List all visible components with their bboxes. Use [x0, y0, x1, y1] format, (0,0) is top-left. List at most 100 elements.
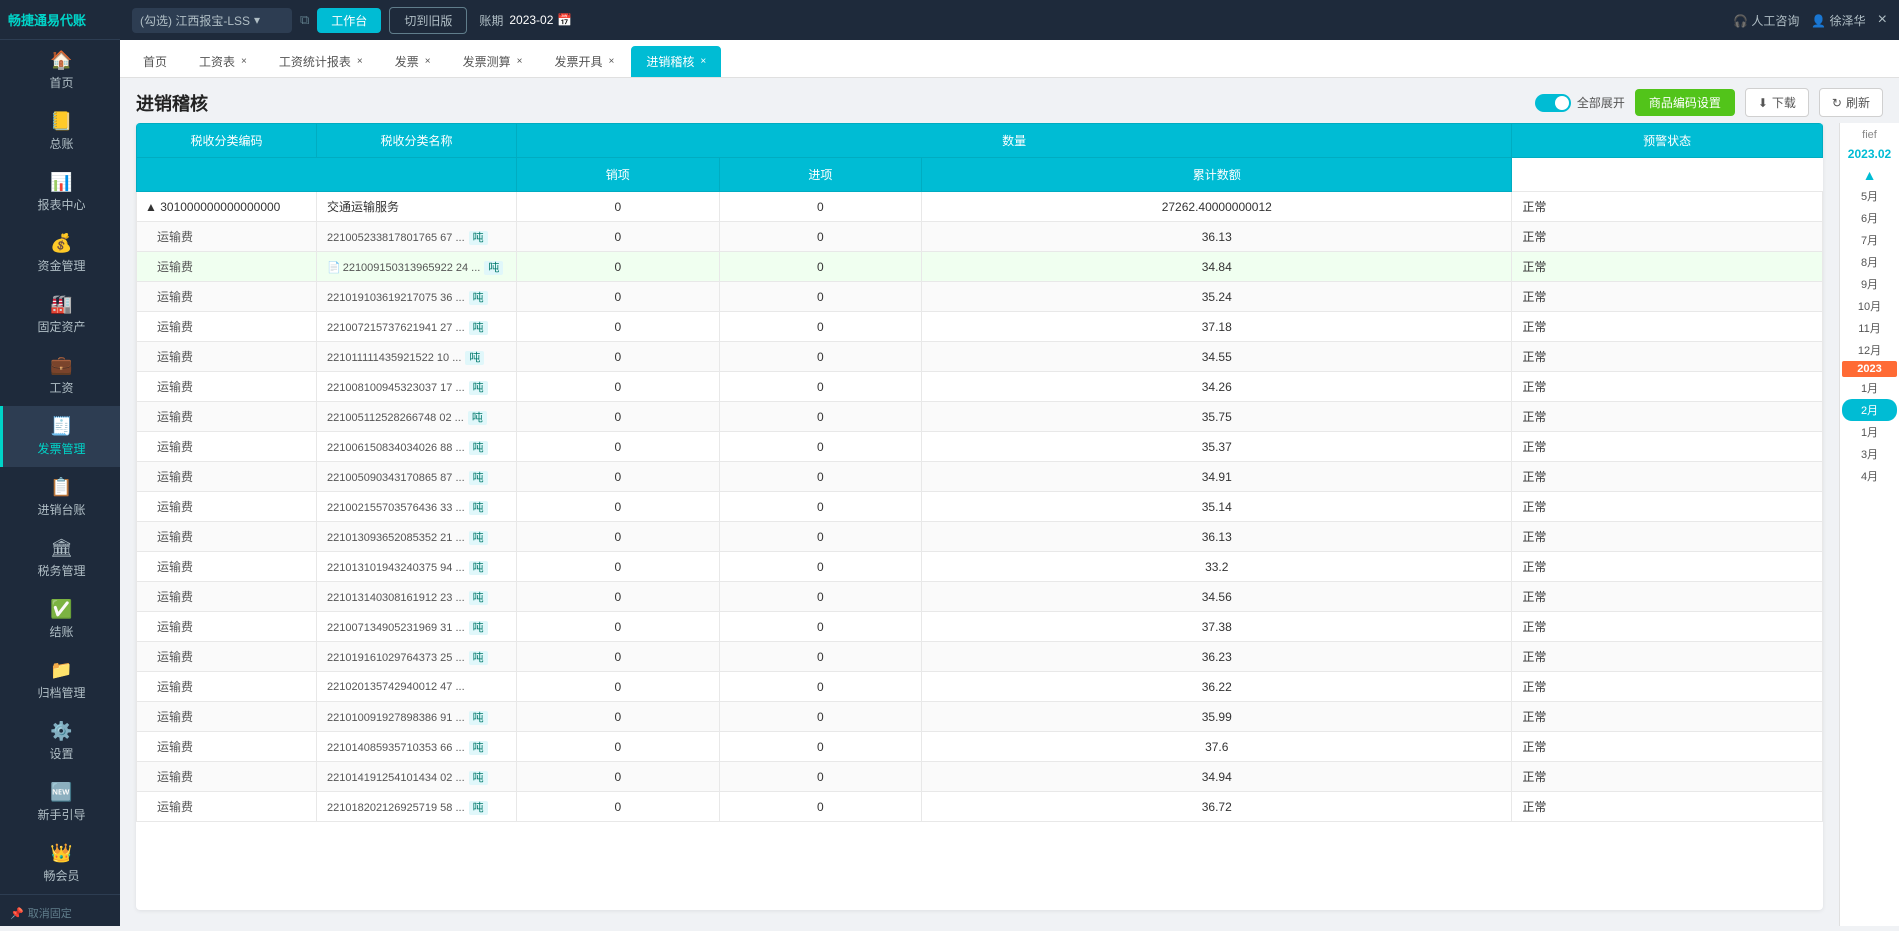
tab-sales-check[interactable]: 进销稽核× [631, 46, 721, 77]
user-label: 徐泽华 [1830, 14, 1866, 28]
tab-salary-stat[interactable]: 工资统计报表 × [264, 46, 378, 77]
table-row: 运输费 221013101943240375 94 ...吨 0 0 33.2 … [137, 552, 1823, 582]
month-item[interactable]: 4月 [1842, 465, 1897, 487]
row-name: 运输费 [137, 372, 317, 402]
calendar-icon[interactable]: 📅 [557, 13, 572, 27]
page-title: 进销稽核 [136, 90, 208, 116]
copy-icon[interactable]: ⧉ [300, 12, 309, 28]
sidebar-item-ledger[interactable]: 📒 总账 [0, 101, 120, 162]
scroll-up-arrow[interactable]: ▲ [1842, 165, 1897, 185]
row-cumulative: 33.2 [922, 552, 1512, 582]
month-item[interactable]: 8月 [1842, 251, 1897, 273]
download-icon: ⬇ [1758, 96, 1768, 110]
sidebar-label-ledger: 总账 [49, 135, 73, 152]
tab-invoice-calc[interactable]: 发票测算 × [448, 46, 538, 77]
file-icon[interactable]: 📄 [327, 262, 341, 274]
header-input: 进项 [719, 158, 922, 192]
row-cumulative: 34.55 [922, 342, 1512, 372]
settings-button[interactable]: 商品编码设置 [1635, 89, 1735, 116]
row-cumulative: 35.99 [922, 702, 1512, 732]
unpin-label: 取消固定 [28, 905, 72, 921]
sidebar-icon-settings: ⚙️ [50, 721, 72, 742]
refresh-button[interactable]: ↻ 刷新 [1819, 88, 1883, 117]
sidebar-item-report[interactable]: 📊报表中心 [0, 162, 120, 223]
tab-close-sales-check[interactable]: × [700, 56, 706, 67]
close-button[interactable]: × [1878, 11, 1887, 29]
sidebar-item-assets[interactable]: 🏭固定资产 [0, 284, 120, 345]
month-item[interactable]: 5月 [1842, 185, 1897, 207]
tab-close-salary-stat[interactable]: × [357, 56, 363, 67]
row-name: 运输费 [137, 792, 317, 822]
sidebar-label-guide: 新手引导 [37, 806, 85, 823]
expand-icon[interactable]: ▲ [145, 200, 160, 214]
tab-close-salary[interactable]: × [241, 56, 247, 67]
tab-close-invoice[interactable]: × [425, 56, 431, 67]
switch-version-button[interactable]: 切到旧版 [389, 7, 467, 34]
sidebar-item-settings[interactable]: ⚙️设置 [0, 711, 120, 772]
row-sales: 0 [517, 612, 720, 642]
month-item[interactable]: 10月 [1842, 295, 1897, 317]
month-item[interactable]: 1月 [1842, 377, 1897, 399]
table-row: 运输费 221008100945323037 17 ...吨 0 0 34.26… [137, 372, 1823, 402]
row-invoice-code: 221008100945323037 17 ...吨 [317, 372, 517, 402]
sidebar-item-guide[interactable]: 🆕新手引导 [0, 772, 120, 833]
row-input: 0 [719, 732, 922, 762]
support-button[interactable]: 🎧 人工咨询 [1733, 12, 1799, 29]
row-cumulative: 34.94 [922, 762, 1512, 792]
workspace-button[interactable]: 工作台 [317, 8, 381, 33]
row-sales: 0 [517, 492, 720, 522]
tab-close-invoice-calc[interactable]: × [517, 56, 523, 67]
tab-invoice[interactable]: 发票× [380, 46, 446, 77]
tab-label-invoice-calc: 发票测算 [463, 53, 511, 70]
period-value: 2023-02 [509, 13, 553, 27]
company-name: (勾选) 江西报宝-LSS [140, 12, 250, 29]
sidebar-item-invoice-mgr[interactable]: 🧾发票管理 [0, 406, 120, 467]
sidebar-item-tax[interactable]: 🏛税务管理 [0, 528, 120, 589]
sidebar-item-fund[interactable]: 💰资金管理 [0, 223, 120, 284]
month-item[interactable]: 1月 [1842, 421, 1897, 443]
row-status: 正常 [1512, 612, 1823, 642]
sidebar: 畅捷通易代账 🏠首页📒总账📊报表中心💰资金管理🏭固定资产💼工资🧾发票管理📋进销台… [0, 0, 120, 926]
unpin-button[interactable]: 📌 取消固定 [0, 894, 120, 931]
month-item-active[interactable]: 2月 [1842, 399, 1897, 421]
sidebar-label-settle: 结账 [49, 623, 73, 640]
company-selector[interactable]: (勾选) 江西报宝-LSS ▾ [132, 8, 292, 33]
download-button[interactable]: ⬇ 下载 [1745, 88, 1809, 117]
row-sales: 0 [517, 552, 720, 582]
right-panel: fief 2023.02 ▲ 5月6月7月8月9月10月11月12月 2023 … [1839, 123, 1899, 926]
sidebar-icon-fund: 💰 [50, 233, 72, 254]
sidebar-item-archive[interactable]: 📁归档管理 [0, 650, 120, 711]
row-cumulative: 27262.40000000012 [922, 192, 1512, 222]
month-item[interactable]: 12月 [1842, 339, 1897, 361]
month-item[interactable]: 3月 [1842, 443, 1897, 465]
sidebar-label-salary: 工资 [49, 379, 73, 396]
sidebar-item-home[interactable]: 🏠首页 [0, 40, 120, 101]
active-year-badge[interactable]: 2023 [1842, 361, 1897, 377]
sidebar-icon-ledger: 📒 [50, 111, 72, 132]
tab-label-salary-stat: 工资统计报表 [279, 53, 351, 70]
tab-label-home: 首页 [143, 53, 167, 70]
month-item[interactable]: 9月 [1842, 273, 1897, 295]
sidebar-item-member[interactable]: 👑畅会员 [0, 833, 120, 894]
fief-badge: fief [1842, 127, 1897, 143]
header-actions: 全部展开 商品编码设置 ⬇ 下载 ↻ 刷新 [1535, 88, 1883, 117]
row-status: 正常 [1512, 732, 1823, 762]
sidebar-item-purchase[interactable]: 📋进销台账 [0, 467, 120, 528]
row-input: 0 [719, 792, 922, 822]
tab-close-invoice-open[interactable]: × [608, 56, 614, 67]
row-invoice-code: 221020135742940012 47 ... [317, 672, 517, 702]
row-input: 0 [719, 762, 922, 792]
month-item[interactable]: 6月 [1842, 207, 1897, 229]
month-item[interactable]: 11月 [1842, 317, 1897, 339]
tab-home[interactable]: 首页 [128, 46, 182, 77]
tab-salary[interactable]: 工资表× [184, 46, 262, 77]
row-status: 正常 [1512, 702, 1823, 732]
row-sales: 0 [517, 792, 720, 822]
month-item[interactable]: 7月 [1842, 229, 1897, 251]
tab-invoice-open[interactable]: 发票开具× [539, 46, 629, 77]
expand-toggle[interactable] [1535, 94, 1571, 112]
main-table: 税收分类编码 税收分类名称 数量 预警状态 销项 进项 累计数额 ▲ 30100… [136, 123, 1823, 822]
user-menu[interactable]: 👤 徐泽华 [1811, 12, 1865, 29]
sidebar-item-salary[interactable]: 💼工资 [0, 345, 120, 406]
sidebar-item-settle[interactable]: ✅结账 [0, 589, 120, 650]
